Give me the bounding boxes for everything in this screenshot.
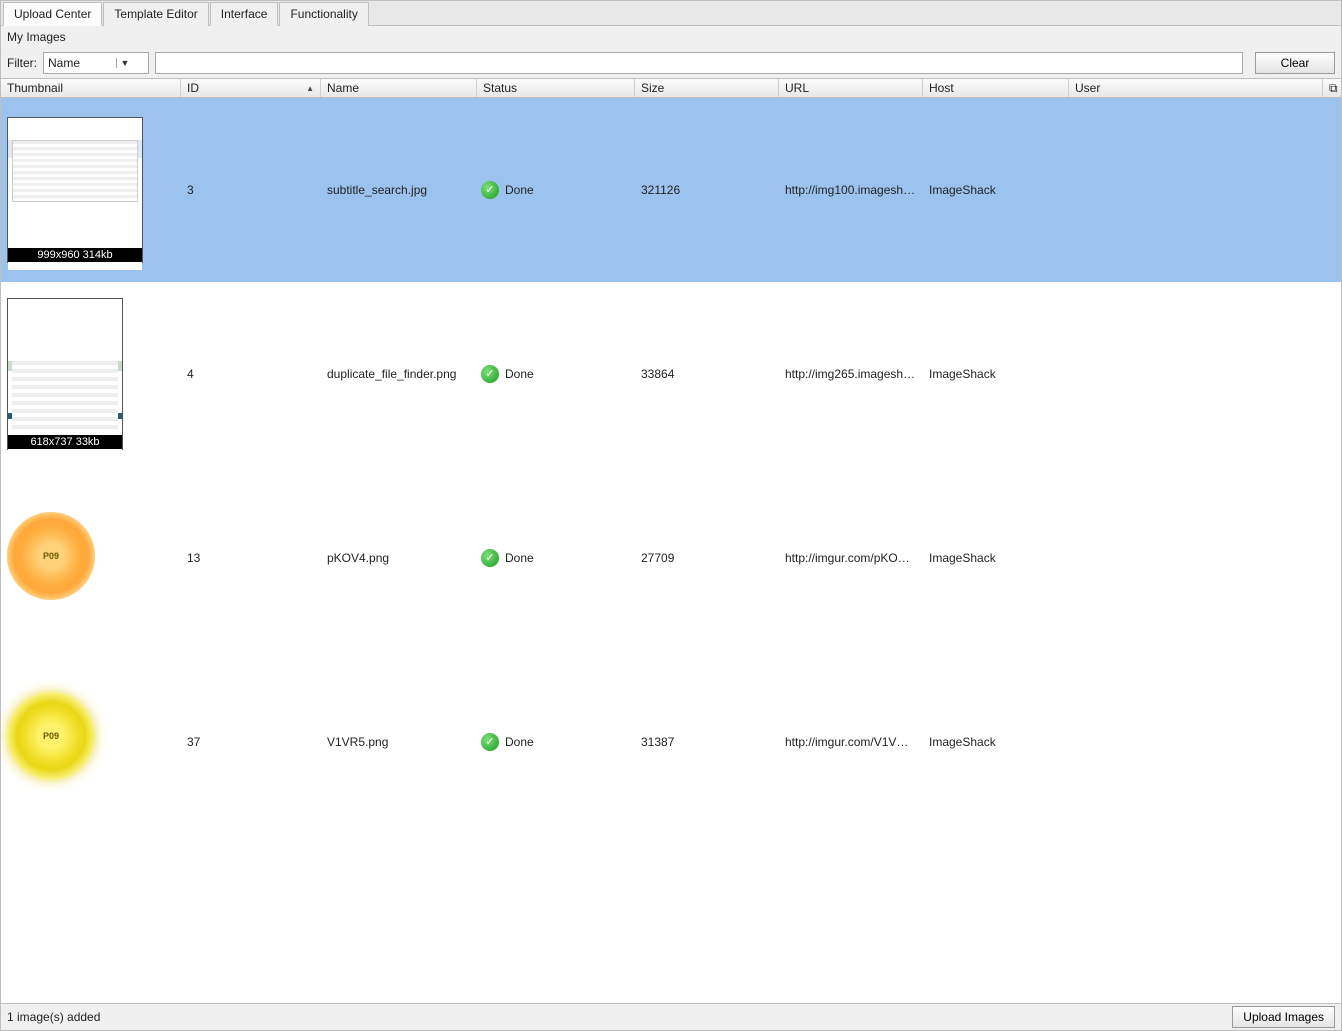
col-host[interactable]: Host <box>923 79 1069 97</box>
cell-id: 13 <box>181 549 321 567</box>
check-icon: ✓ <box>481 181 499 199</box>
section-title: My Images <box>1 26 1341 48</box>
filter-select[interactable]: Name ▼ <box>43 52 149 74</box>
cell-size: 31387 <box>635 733 779 751</box>
tab-functionality[interactable]: Functionality <box>279 2 368 26</box>
col-id[interactable]: ID ▲ <box>181 79 321 97</box>
thumbnail: P09 <box>7 692 107 792</box>
thumbnail-cell: P09 <box>1 692 181 792</box>
cell-id: 3 <box>181 181 321 199</box>
cell-id: 4 <box>181 365 321 383</box>
cell-name: duplicate_file_finder.png <box>321 365 477 383</box>
check-icon: ✓ <box>481 733 499 751</box>
check-icon: ✓ <box>481 365 499 383</box>
thumbnail-cell: 618x737 33kb <box>1 298 181 450</box>
cell-user <box>1069 556 1341 560</box>
thumbnail-cell: P09 <box>1 512 181 604</box>
cell-name: subtitle_search.jpg <box>321 181 477 199</box>
cell-host: ImageShack <box>923 181 1069 199</box>
col-status[interactable]: Status <box>477 79 635 97</box>
check-icon: ✓ <box>481 549 499 567</box>
thumbnail: P09 <box>7 512 99 604</box>
status-text: Done <box>505 735 534 749</box>
tab-upload-center[interactable]: Upload Center <box>3 2 102 26</box>
cell-status: ✓ Done <box>477 733 635 751</box>
cell-url: http://img265.imageshack... <box>779 365 923 383</box>
cell-url: http://imgur.com/pKOV4.... <box>779 549 923 567</box>
thumbnail: 999x960 314kb <box>7 117 143 263</box>
col-name[interactable]: Name <box>321 79 477 97</box>
table-row[interactable]: 618x737 33kb 4duplicate_file_finder.png✓ D… <box>1 282 1341 466</box>
cell-user <box>1069 740 1341 744</box>
table-row[interactable]: P09 13pKOV4.png✓ Done 27709http://imgur.com… <box>1 466 1341 650</box>
chevron-down-icon: ▼ <box>116 58 130 68</box>
cell-status: ✓ Done <box>477 365 635 383</box>
col-size[interactable]: Size <box>635 79 779 97</box>
status-text: 1 image(s) added <box>7 1010 100 1024</box>
cell-size: 27709 <box>635 549 779 567</box>
thumbnail-caption: 618x737 33kb <box>8 435 122 449</box>
table-row[interactable]: P09 37V1VR5.png✓ Done 31387http://imgur.com… <box>1 650 1341 834</box>
status-text: Done <box>505 367 534 381</box>
filter-select-value: Name <box>48 56 80 70</box>
cell-name: pKOV4.png <box>321 549 477 567</box>
cell-url: http://img100.imageshack... <box>779 181 923 199</box>
clear-button[interactable]: Clear <box>1255 52 1335 74</box>
sort-asc-icon: ▲ <box>306 84 314 93</box>
col-id-label: ID <box>187 81 199 95</box>
cell-size: 321126 <box>635 181 779 199</box>
table-header: Thumbnail ID ▲ Name Status Size URL Host… <box>1 78 1341 98</box>
cell-name: V1VR5.png <box>321 733 477 751</box>
cell-host: ImageShack <box>923 549 1069 567</box>
cell-host: ImageShack <box>923 365 1069 383</box>
thumbnail-caption: 999x960 314kb <box>8 248 142 262</box>
col-url[interactable]: URL <box>779 79 923 97</box>
col-thumbnail[interactable]: Thumbnail <box>1 79 181 97</box>
upload-images-button[interactable]: Upload Images <box>1232 1006 1335 1028</box>
filter-input[interactable] <box>155 52 1243 74</box>
status-text: Done <box>505 551 534 565</box>
cell-status: ✓ Done <box>477 549 635 567</box>
cell-url: http://imgur.com/V1VR5.p... <box>779 733 923 751</box>
tab-bar: Upload Center Template Editor Interface … <box>1 1 1341 26</box>
cell-user <box>1069 188 1341 192</box>
column-picker-icon[interactable]: ⧉ <box>1323 79 1341 98</box>
cell-status: ✓ Done <box>477 181 635 199</box>
thumbnail: 618x737 33kb <box>7 298 123 450</box>
thumbnail-cell: 999x960 314kb <box>1 117 181 263</box>
status-bar: 1 image(s) added Upload Images <box>1 1004 1341 1030</box>
cell-size: 33864 <box>635 365 779 383</box>
table-row[interactable]: 999x960 314kb 3subtitle_search.jpg✓ Done 32… <box>1 98 1341 282</box>
app-window: Upload Center Template Editor Interface … <box>0 0 1342 1031</box>
cell-host: ImageShack <box>923 733 1069 751</box>
filter-label: Filter: <box>7 56 37 70</box>
status-text: Done <box>505 183 534 197</box>
cell-id: 37 <box>181 733 321 751</box>
filter-bar: Filter: Name ▼ Clear <box>1 48 1341 78</box>
tab-interface[interactable]: Interface <box>210 2 279 26</box>
col-user[interactable]: User <box>1069 79 1323 97</box>
cell-user <box>1069 372 1341 376</box>
tab-template-editor[interactable]: Template Editor <box>103 2 208 26</box>
grid-body[interactable]: 999x960 314kb3subtitle_search.jpg✓Done32… <box>1 98 1341 1004</box>
